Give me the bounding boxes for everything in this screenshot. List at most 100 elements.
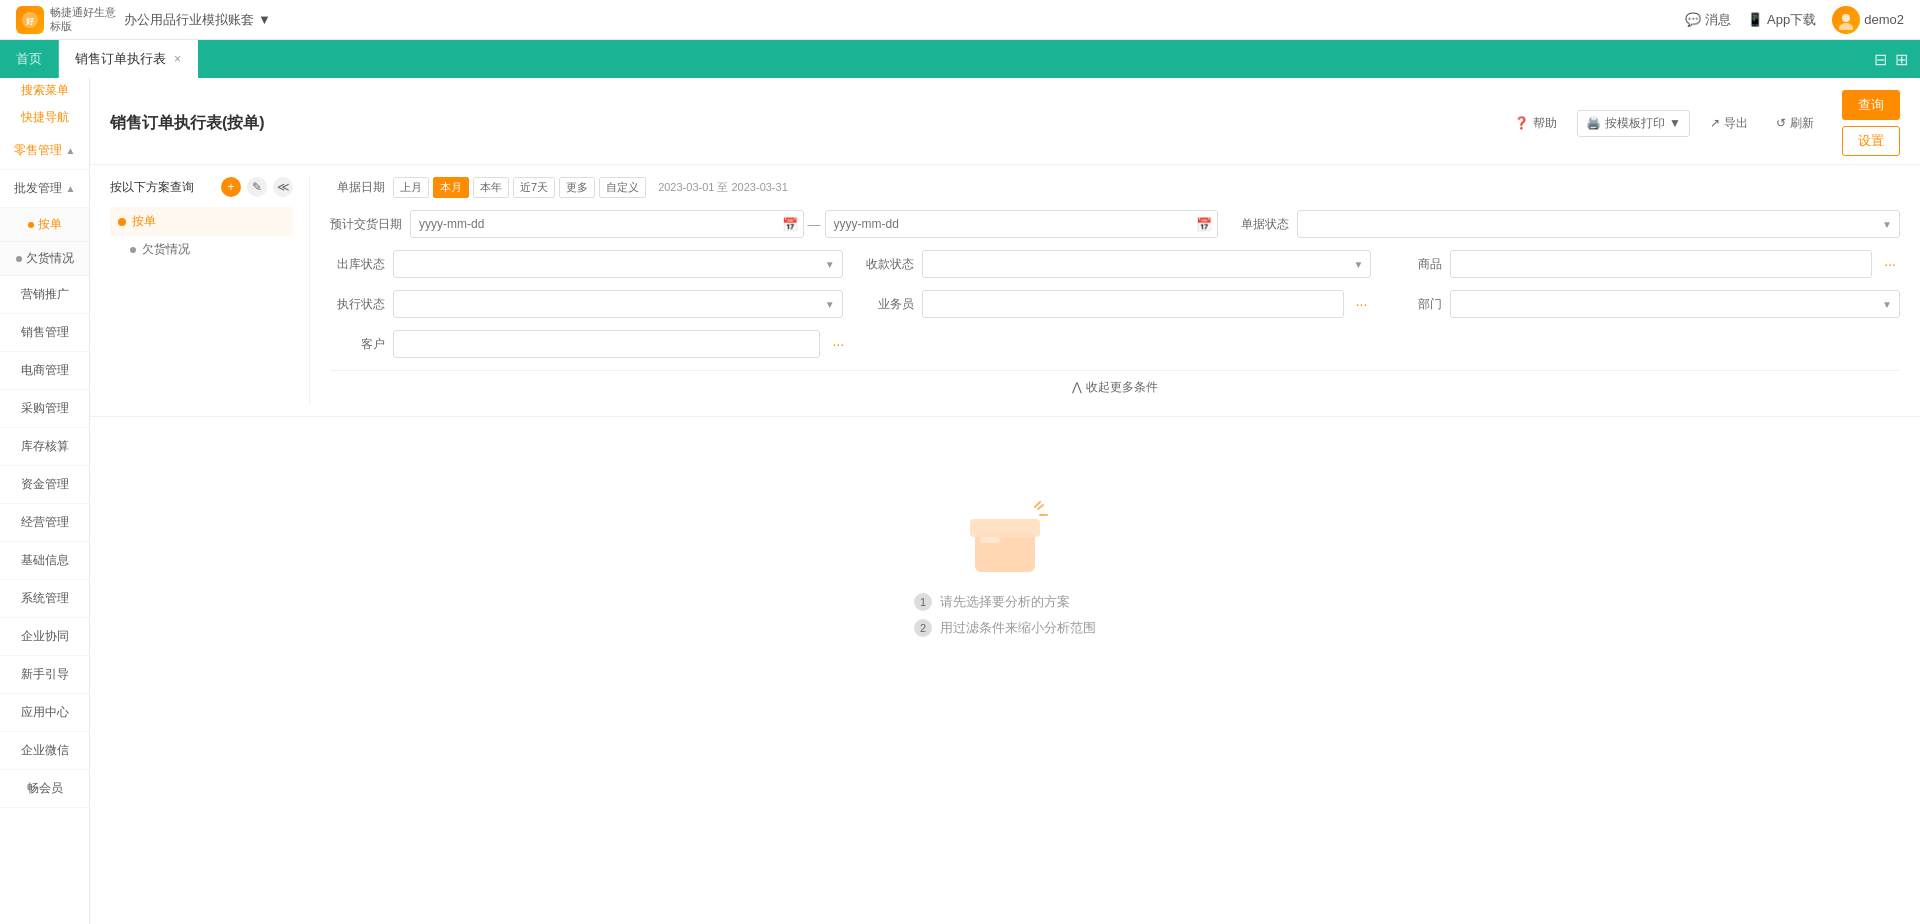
sub-dot — [130, 247, 136, 253]
plan-add-button[interactable]: + — [221, 177, 241, 197]
sales-dot — [28, 222, 34, 228]
sidebar-item-finance-label: 资金管理 — [21, 476, 69, 493]
sidebar-item-retail[interactable]: 零售管理 ▲ — [0, 132, 89, 170]
help-icon: ❓ — [1514, 116, 1529, 130]
filter-row-1b: 预计交货日期 📅 — 📅 — [330, 210, 1900, 238]
query-btn-area: 查询 设置 — [1842, 90, 1900, 156]
sidebar-item-weixin[interactable]: 企业微信 — [0, 732, 89, 770]
sidebar-item-sales-mgmt[interactable]: 销售管理 — [0, 314, 89, 352]
customer-ellipsis[interactable]: ··· — [828, 336, 848, 352]
collapse-icon: ⋀ — [1072, 380, 1082, 394]
query-button[interactable]: 查询 — [1842, 90, 1900, 120]
product-field: 商品 ··· — [1387, 250, 1900, 278]
exec-status-select[interactable] — [393, 290, 843, 318]
sidebar-quicknav-label[interactable]: 快捷导航 — [0, 103, 89, 132]
custom-date-btn[interactable]: 自定义 — [599, 177, 646, 198]
user-name: demo2 — [1864, 12, 1904, 27]
sub-item-sales-label: 按单 — [38, 216, 62, 233]
tab-maximize-icon[interactable]: ⊞ — [1895, 50, 1908, 69]
salesperson-label: 业务员 — [859, 296, 914, 313]
product-ellipsis[interactable]: ··· — [1880, 256, 1900, 272]
sidebar-item-wholesale[interactable]: 批发管理 ▲ — [0, 170, 89, 208]
salesperson-ellipsis[interactable]: ··· — [1352, 296, 1372, 312]
sidebar-item-appcenter[interactable]: 应用中心 — [0, 694, 89, 732]
collapse-more-btn[interactable]: ⋀ 收起更多条件 — [330, 370, 1900, 404]
svg-line-7 — [1035, 502, 1040, 507]
plan-item-label: 按单 — [132, 213, 156, 230]
empty-state: 1 请先选择要分析的方案 2 用过滤条件来缩小分析范围 — [90, 417, 1920, 717]
product-input[interactable] — [1450, 250, 1872, 278]
stock-status-field: 出库状态 ▼ — [330, 250, 843, 278]
sub-item-debt[interactable]: 欠货情况 — [0, 242, 89, 276]
date-separator: — — [808, 217, 821, 232]
plan-edit-button[interactable]: ✎ — [247, 177, 267, 197]
refresh-button[interactable]: ↺ 刷新 — [1768, 111, 1822, 136]
last-month-btn[interactable]: 上月 — [393, 177, 429, 198]
svg-text:好: 好 — [25, 17, 35, 26]
date-range-display: 2023-03-01 至 2023-03-31 — [658, 180, 788, 195]
sidebar-item-guide[interactable]: 新手引导 — [0, 656, 89, 694]
tab-home[interactable]: 首页 — [0, 40, 59, 78]
print-button[interactable]: 🖨️ 按模板打印 ▼ — [1577, 110, 1690, 137]
expected-date-field: 预计交货日期 📅 — 📅 — [330, 210, 1218, 238]
app-download-button[interactable]: 📱 App下载 — [1747, 11, 1816, 29]
app-selector[interactable]: 办公用品行业模拟账套 ▼ — [124, 11, 271, 29]
set-button[interactable]: 设置 — [1842, 126, 1900, 156]
doc-status-select[interactable] — [1297, 210, 1900, 238]
recent-7-btn[interactable]: 近7天 — [513, 177, 555, 198]
sidebar-item-operations[interactable]: 经营管理 — [0, 504, 89, 542]
empty-hint-1-text: 请先选择要分析的方案 — [940, 593, 1070, 611]
logo-text: 畅捷通好生意 标版 — [50, 6, 116, 32]
sidebar-item-member[interactable]: 畅会员 — [0, 770, 89, 808]
payment-status-field: 收款状态 ▼ — [859, 250, 1372, 278]
sidebar-item-system[interactable]: 系统管理 — [0, 580, 89, 618]
tab-minimize-icon[interactable]: ⊟ — [1874, 50, 1887, 69]
doc-status-select-wrapper: ▼ — [1297, 210, 1900, 238]
svg-rect-6 — [980, 537, 1000, 543]
expected-date-end[interactable] — [825, 210, 1219, 238]
tab-sales-order[interactable]: 销售订单执行表 × — [59, 40, 198, 78]
sub-item-sales[interactable]: 按单 — [0, 208, 89, 242]
message-button[interactable]: 💬 消息 — [1685, 11, 1731, 29]
customer-input[interactable] — [393, 330, 820, 358]
sidebar-item-purchase[interactable]: 采购管理 — [0, 390, 89, 428]
sidebar-item-basic-info[interactable]: 基础信息 — [0, 542, 89, 580]
more-date-btn[interactable]: 更多 — [559, 177, 595, 198]
hint-num-2: 2 — [914, 619, 932, 637]
retail-expand-icon: ▲ — [66, 145, 76, 156]
sidebar-item-enterprise[interactable]: 企业协同 — [0, 618, 89, 656]
logo-icon: 好 — [16, 6, 44, 34]
avatar — [1832, 6, 1860, 34]
filter-plan-header: 按以下方案查询 + ✎ ≪ — [110, 177, 293, 197]
export-button[interactable]: ↗ 导出 — [1702, 111, 1756, 136]
plan-sub-item-debt[interactable]: 欠货情况 — [110, 236, 293, 263]
sidebar-item-marketing[interactable]: 营销推广 — [0, 276, 89, 314]
filter-plan-title: 按以下方案查询 — [110, 179, 194, 196]
page-header: 销售订单执行表(按单) ❓ 帮助 🖨️ 按模板打印 ▼ ↗ 导出 — [90, 78, 1920, 165]
dept-select[interactable] — [1450, 290, 1900, 318]
product-label: 商品 — [1387, 256, 1442, 273]
sidebar-item-sales-mgmt-label: 销售管理 — [21, 324, 69, 341]
this-year-btn[interactable]: 本年 — [473, 177, 509, 198]
tab-close-icon[interactable]: × — [174, 52, 181, 66]
help-button[interactable]: ❓ 帮助 — [1506, 111, 1565, 136]
expected-date-start[interactable] — [410, 210, 804, 238]
payment-status-select[interactable] — [922, 250, 1372, 278]
plan-collapse-button[interactable]: ≪ — [273, 177, 293, 197]
refresh-icon: ↺ — [1776, 116, 1786, 130]
plan-sub-label: 欠货情况 — [142, 241, 190, 258]
sidebar-search-label[interactable]: 搜索菜单 — [0, 78, 89, 103]
sidebar-item-finance[interactable]: 资金管理 — [0, 466, 89, 504]
sidebar-item-ecommerce[interactable]: 电商管理 — [0, 352, 89, 390]
stock-status-select[interactable] — [393, 250, 843, 278]
message-icon: 💬 — [1685, 12, 1701, 27]
plan-item-main[interactable]: 按单 — [110, 207, 293, 236]
sidebar-item-wholesale-label: 批发管理 — [14, 180, 62, 197]
salesperson-input[interactable] — [922, 290, 1344, 318]
sidebar-item-inventory[interactable]: 库存核算 — [0, 428, 89, 466]
print-arrow-icon: ▼ — [1669, 116, 1681, 130]
user-avatar-area[interactable]: demo2 — [1832, 6, 1904, 34]
dept-select-wrapper: ▼ — [1450, 290, 1900, 318]
tab-bar: 首页 销售订单执行表 × ⊟ ⊞ — [0, 40, 1920, 78]
this-month-btn[interactable]: 本月 — [433, 177, 469, 198]
